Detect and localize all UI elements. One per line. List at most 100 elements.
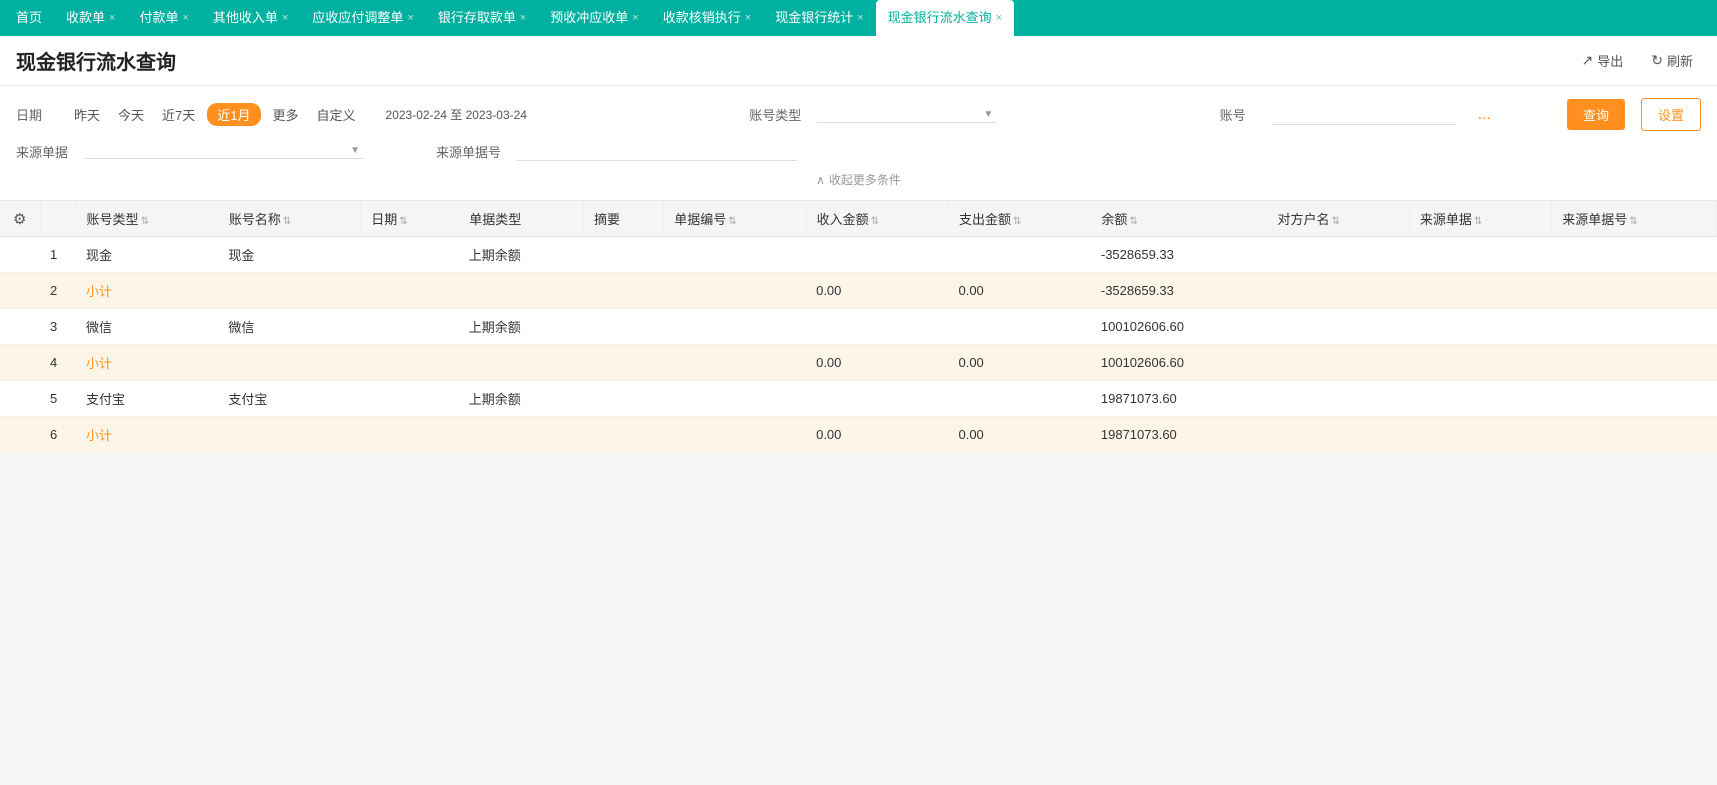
td-index: 2 (40, 273, 76, 309)
date-btn-yesterday[interactable]: 昨天 (68, 103, 106, 126)
close-tab-6[interactable]: × (745, 0, 751, 36)
nav-home[interactable]: 首页 (4, 0, 54, 36)
date-btn-1month[interactable]: 近1月 (207, 103, 260, 126)
settings-button[interactable]: 设置 (1641, 98, 1701, 131)
td-account-name: 支付宝 (218, 381, 360, 417)
table-body: 1现金现金上期余额-3528659.332小计0.000.00-3528659.… (0, 237, 1717, 453)
filter-area: 日期 昨天 今天 近7天 近1月 更多 自定义 2023-02-24 至 202… (0, 86, 1717, 201)
td-date (361, 417, 459, 453)
td-date (361, 381, 459, 417)
header-actions: ↗ 导出 ↻ 刷新 (1574, 47, 1702, 74)
export-icon: ↗ (1582, 52, 1594, 69)
td-account-type: 小计 (76, 273, 218, 309)
td-doc-no (664, 417, 806, 453)
th-counterpart[interactable]: 对方户名⇅ (1267, 201, 1409, 237)
date-shortcuts: 昨天 今天 近7天 近1月 更多 自定义 (68, 103, 362, 126)
close-tab-0[interactable]: × (109, 0, 115, 36)
td-expense (948, 381, 1090, 417)
nav-tab-4[interactable]: 银行存取款单 × (426, 0, 538, 36)
td-counterpart (1267, 345, 1409, 381)
th-expense[interactable]: 支出金额⇅ (948, 201, 1090, 237)
table-wrap: ⚙ 账号类型⇅ 账号名称⇅ 日期⇅ 单据类型 摘要 单据编号⇅ 收入金额⇅ 支出… (0, 201, 1717, 453)
account-dots-button[interactable]: ... (1472, 106, 1497, 124)
source-doc-no-input[interactable] (517, 141, 797, 161)
close-tab-7[interactable]: × (857, 0, 863, 36)
close-tab-4[interactable]: × (520, 0, 526, 36)
account-input[interactable] (1272, 105, 1456, 125)
nav-tab-8[interactable]: 现金银行流水查询 × (876, 0, 1014, 36)
date-btn-more[interactable]: 更多 (267, 103, 305, 126)
th-date[interactable]: 日期⇅ (361, 201, 459, 237)
nav-tab-1[interactable]: 付款单 × (127, 0, 200, 36)
td-summary (583, 273, 663, 309)
td-account-type: 支付宝 (76, 381, 218, 417)
source-doc-select[interactable]: ▼ (84, 143, 364, 159)
td-gear (0, 309, 40, 345)
export-button[interactable]: ↗ 导出 (1574, 47, 1632, 74)
th-gear[interactable]: ⚙ (0, 201, 40, 237)
td-doc-type (459, 417, 584, 453)
td-summary (583, 237, 663, 273)
refresh-button[interactable]: ↻ 刷新 (1643, 47, 1701, 74)
close-tab-1[interactable]: × (182, 0, 188, 36)
td-balance: 100102606.60 (1091, 345, 1267, 381)
close-tab-5[interactable]: × (632, 0, 638, 36)
td-expense: 0.00 (948, 345, 1090, 381)
close-tab-8[interactable]: × (996, 0, 1002, 36)
th-account-type[interactable]: 账号类型⇅ (76, 201, 218, 237)
nav-tab-0[interactable]: 收款单 × (54, 0, 127, 36)
td-source-doc (1409, 237, 1551, 273)
td-summary (583, 345, 663, 381)
nav-tab-6[interactable]: 收款核销执行 × (651, 0, 763, 36)
th-account-name[interactable]: 账号名称⇅ (218, 201, 360, 237)
td-income (806, 237, 948, 273)
td-index: 1 (40, 237, 76, 273)
nav-tab-3[interactable]: 应收应付调整单 × (300, 0, 425, 36)
table-row: 2小计0.000.00-3528659.33 (0, 273, 1717, 309)
page-header: 现金银行流水查询 ↗ 导出 ↻ 刷新 (0, 36, 1717, 86)
td-expense (948, 237, 1090, 273)
td-source-doc-no (1552, 345, 1717, 381)
account-type-select[interactable]: ▼ (817, 107, 997, 123)
date-btn-7days[interactable]: 近7天 (156, 103, 201, 126)
table-header-row: ⚙ 账号类型⇅ 账号名称⇅ 日期⇅ 单据类型 摘要 单据编号⇅ 收入金额⇅ 支出… (0, 201, 1717, 237)
top-nav: 首页 收款单 × 付款单 × 其他收入单 × 应收应付调整单 × 银行存取款单 … (0, 0, 1717, 36)
td-counterpart (1267, 237, 1409, 273)
th-doc-no[interactable]: 单据编号⇅ (664, 201, 806, 237)
date-btn-today[interactable]: 今天 (112, 103, 150, 126)
td-doc-no (664, 381, 806, 417)
filter-row-2: 来源单据 ▼ 来源单据号 (16, 141, 1701, 161)
th-source-doc[interactable]: 来源单据⇅ (1409, 201, 1551, 237)
td-source-doc-no (1552, 417, 1717, 453)
table-row: 6小计0.000.0019871073.60 (0, 417, 1717, 453)
td-income (806, 309, 948, 345)
td-source-doc-no (1552, 381, 1717, 417)
td-expense: 0.00 (948, 273, 1090, 309)
th-source-doc-no[interactable]: 来源单据号⇅ (1552, 201, 1717, 237)
td-gear (0, 273, 40, 309)
date-btn-custom[interactable]: 自定义 (311, 103, 362, 126)
td-doc-no (664, 273, 806, 309)
td-gear (0, 381, 40, 417)
th-balance[interactable]: 余额⇅ (1091, 201, 1267, 237)
nav-tab-7[interactable]: 现金银行统计 × (763, 0, 875, 36)
td-doc-type: 上期余额 (459, 237, 584, 273)
td-date (361, 237, 459, 273)
td-source-doc (1409, 417, 1551, 453)
td-account-type: 小计 (76, 345, 218, 381)
close-tab-2[interactable]: × (282, 0, 288, 36)
td-account-type: 小计 (76, 417, 218, 453)
th-index (40, 201, 76, 237)
td-balance: 19871073.60 (1091, 417, 1267, 453)
th-income[interactable]: 收入金额⇅ (806, 201, 948, 237)
nav-tab-5[interactable]: 预收冲应收单 × (538, 0, 650, 36)
td-summary (583, 381, 663, 417)
collapse-arrow-icon: ∧ (816, 173, 825, 187)
close-tab-3[interactable]: × (407, 0, 413, 36)
collapse-bar[interactable]: ∧ 收起更多条件 (16, 171, 1701, 188)
td-account-name (218, 273, 360, 309)
td-summary (583, 417, 663, 453)
query-button[interactable]: 查询 (1567, 99, 1625, 130)
nav-tab-2[interactable]: 其他收入单 × (201, 0, 300, 36)
data-table: ⚙ 账号类型⇅ 账号名称⇅ 日期⇅ 单据类型 摘要 单据编号⇅ 收入金额⇅ 支出… (0, 201, 1717, 453)
